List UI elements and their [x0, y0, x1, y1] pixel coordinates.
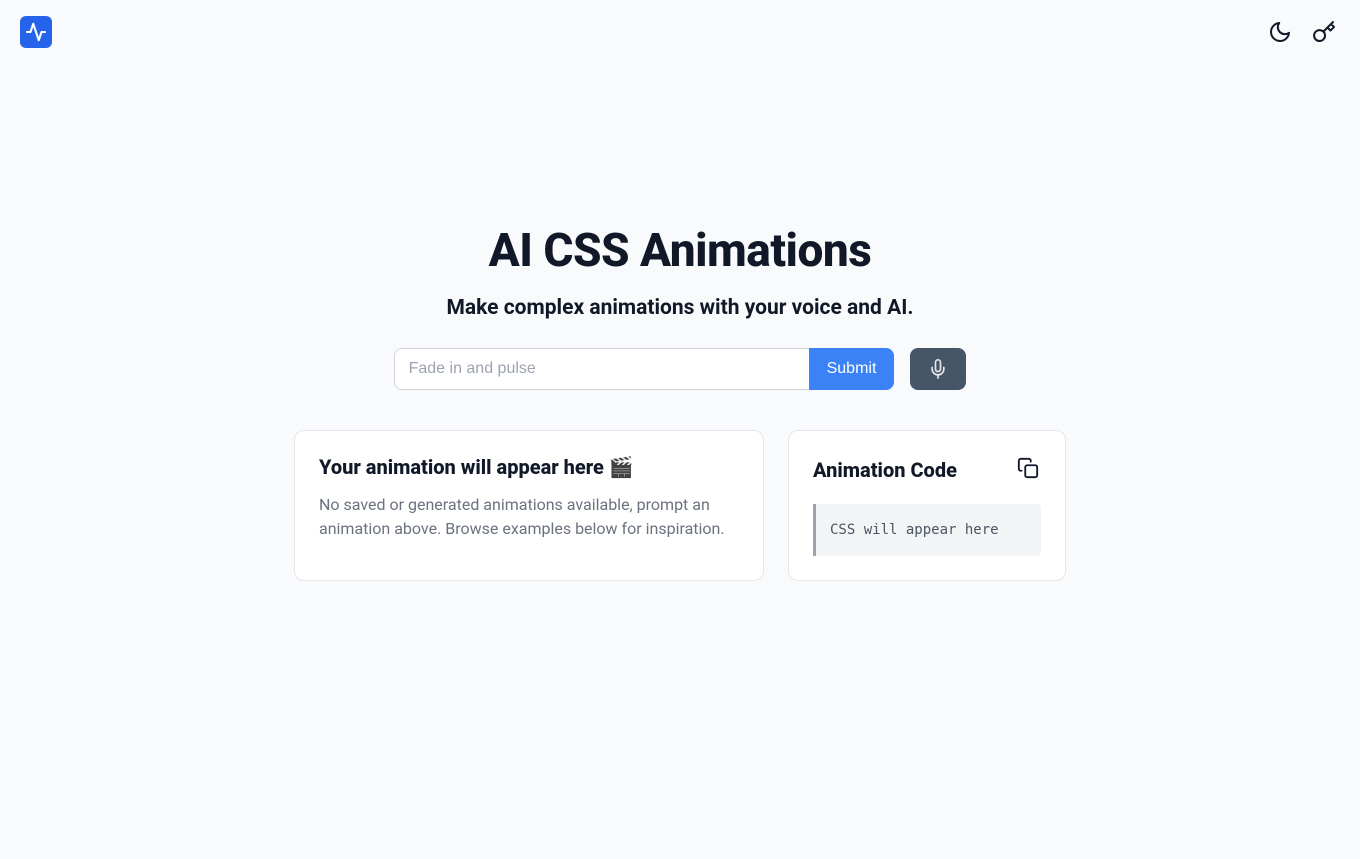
animation-preview-card: Your animation will appear here 🎬 No sav…: [294, 430, 764, 581]
header: [0, 0, 1360, 64]
app-logo[interactable]: [20, 16, 52, 48]
voice-input-button[interactable]: [910, 348, 966, 390]
dark-mode-toggle[interactable]: [1264, 16, 1296, 48]
microphone-icon: [928, 359, 948, 379]
main-content: AI CSS Animations Make complex animation…: [0, 64, 1360, 581]
cards-container: Your animation will appear here 🎬 No sav…: [294, 430, 1066, 581]
page-title: AI CSS Animations: [489, 224, 872, 278]
code-output: CSS will appear here: [813, 504, 1041, 556]
animation-code-card: Animation Code CSS will appear here: [788, 430, 1066, 581]
code-card-title: Animation Code: [813, 458, 957, 482]
submit-button[interactable]: Submit: [809, 348, 895, 390]
code-card-header: Animation Code: [813, 455, 1041, 484]
prompt-input-group: Submit: [394, 348, 895, 390]
activity-icon: [25, 21, 47, 43]
moon-icon: [1268, 20, 1292, 44]
key-icon: [1312, 20, 1336, 44]
page-subtitle: Make complex animations with your voice …: [447, 296, 914, 320]
copy-icon: [1017, 457, 1039, 479]
preview-card-title: Your animation will appear here 🎬: [319, 455, 739, 479]
header-actions: [1264, 16, 1340, 48]
copy-code-button[interactable]: [1015, 455, 1041, 484]
prompt-input[interactable]: [394, 348, 809, 390]
prompt-row: Submit: [394, 348, 967, 390]
api-key-button[interactable]: [1308, 16, 1340, 48]
preview-card-description: No saved or generated animations availab…: [319, 493, 739, 541]
